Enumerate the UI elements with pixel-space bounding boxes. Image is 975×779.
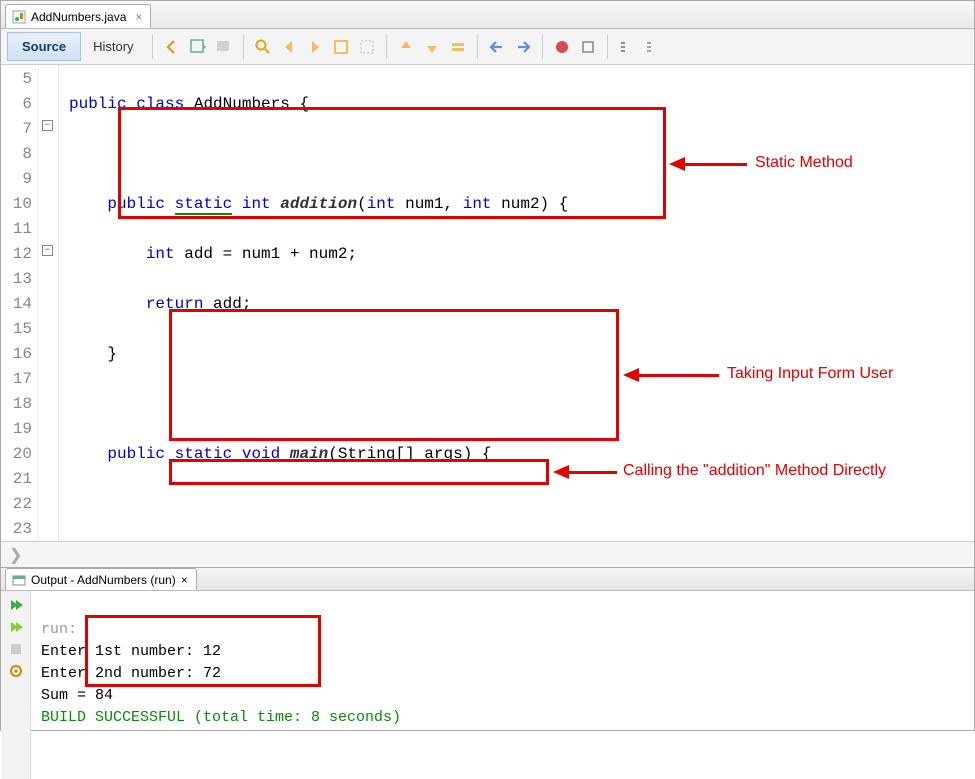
arrow-head-icon	[669, 157, 685, 171]
separator	[477, 35, 478, 59]
selection-icon[interactable]	[358, 38, 376, 56]
annotation-label-calling: Calling the "addition" Method Directly	[623, 462, 886, 480]
redo-icon[interactable]	[514, 38, 532, 56]
file-tab-addnumbers[interactable]: AddNumbers.java ×	[5, 4, 151, 28]
separator	[152, 35, 153, 59]
editor-toolbar: Source History	[1, 29, 974, 65]
fold-gutter: − −	[39, 65, 59, 541]
search-icon[interactable]	[254, 38, 272, 56]
file-tab-label: AddNumbers.java	[31, 10, 126, 24]
breadcrumb-bar: ❯	[1, 541, 974, 567]
shift-lines-icon[interactable]	[449, 38, 467, 56]
stop-output-icon[interactable]	[8, 641, 24, 657]
file-tab-bar: AddNumbers.java ×	[1, 1, 974, 29]
output-console[interactable]: run: Enter 1st number: 12 Enter 2nd numb…	[31, 591, 974, 779]
output-icon	[12, 573, 26, 587]
arrow-head-icon	[553, 465, 569, 479]
rerun-alt-icon[interactable]	[8, 619, 24, 635]
forward-dropdown-icon[interactable]	[189, 38, 207, 56]
output-tab-bar: Output - AddNumbers (run) ×	[1, 568, 974, 591]
breadcrumb-chevron-icon[interactable]: ❯	[9, 545, 22, 565]
fold-toggle-icon[interactable]: −	[42, 245, 53, 256]
rerun-icon[interactable]	[8, 597, 24, 613]
select-dropdown-icon[interactable]	[215, 38, 233, 56]
separator	[542, 35, 543, 59]
record-icon[interactable]	[553, 38, 571, 56]
arrow-head-icon	[623, 368, 639, 382]
next-icon[interactable]	[306, 38, 324, 56]
separator	[607, 35, 608, 59]
output-panel: Output - AddNumbers (run) × run: Enter 1…	[1, 567, 974, 727]
back-icon[interactable]	[163, 38, 181, 56]
annotation-label-input: Taking Input Form User	[727, 365, 893, 383]
close-icon[interactable]: ×	[181, 573, 188, 587]
uncomment-icon[interactable]	[644, 38, 662, 56]
output-tab[interactable]: Output - AddNumbers (run) ×	[5, 568, 197, 590]
code-editor[interactable]: 567891011121314151617181920212223 − − pu…	[1, 65, 974, 541]
arrow-line	[569, 471, 617, 474]
separator	[243, 35, 244, 59]
undo-icon[interactable]	[488, 38, 506, 56]
arrow-line	[639, 374, 719, 377]
shift-up-icon[interactable]	[397, 38, 415, 56]
tab-history[interactable]: History	[81, 33, 145, 60]
prev-icon[interactable]	[280, 38, 298, 56]
fold-toggle-icon[interactable]: −	[42, 120, 53, 131]
settings-output-icon[interactable]	[8, 663, 24, 679]
arrow-line	[685, 163, 747, 166]
annotation-label-static-method: Static Method	[755, 154, 853, 172]
stop-icon[interactable]	[579, 38, 597, 56]
tab-source[interactable]: Source	[7, 32, 81, 61]
comment-icon[interactable]	[618, 38, 636, 56]
line-number-gutter: 567891011121314151617181920212223	[1, 65, 39, 541]
close-icon[interactable]: ×	[135, 10, 142, 24]
output-tab-label: Output - AddNumbers (run)	[31, 573, 176, 587]
shift-down-icon[interactable]	[423, 38, 441, 56]
java-file-icon	[12, 10, 26, 24]
output-side-toolbar	[1, 591, 31, 779]
separator	[386, 35, 387, 59]
highlight-icon[interactable]	[332, 38, 350, 56]
